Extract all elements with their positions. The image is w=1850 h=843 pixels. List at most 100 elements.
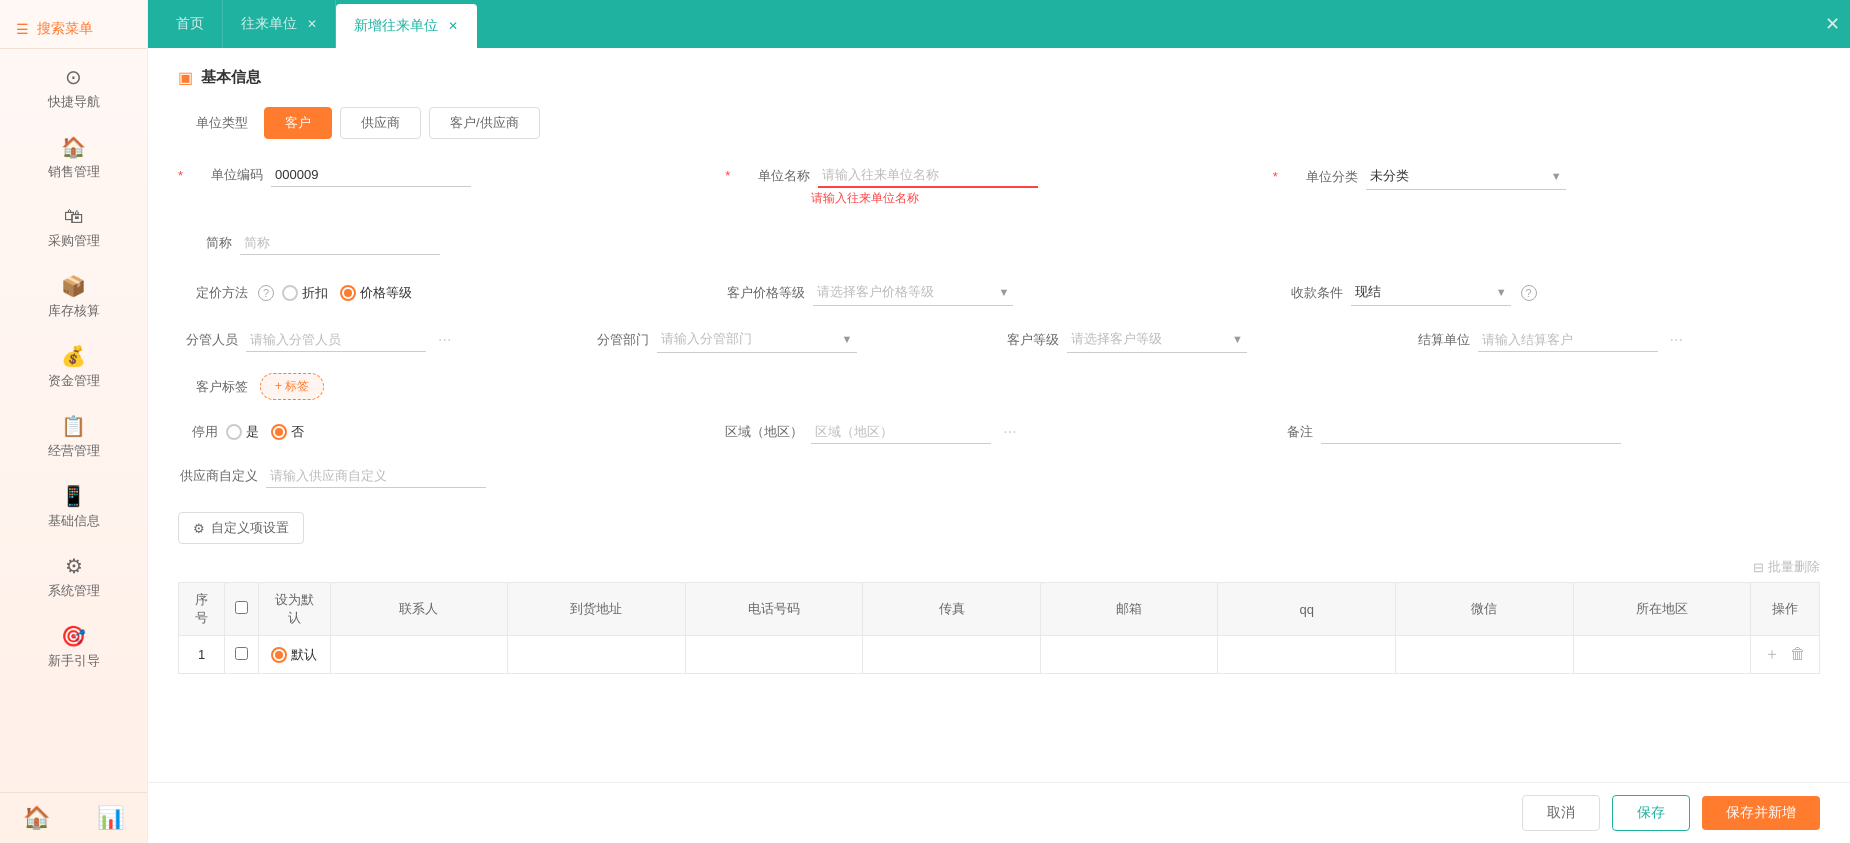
pricing-field: 定价方法 ? 折扣 价格等级: [178, 284, 725, 302]
add-tag-button[interactable]: + 标签: [260, 373, 324, 400]
row-fax-input[interactable]: [873, 647, 1030, 662]
col-region: 所在地区: [1573, 583, 1751, 636]
sidebar-item-purchase[interactable]: 🛍 采购管理: [0, 193, 147, 262]
col-phone: 电话号码: [685, 583, 863, 636]
pricing-radio-group: 折扣 价格等级: [282, 284, 412, 302]
sidebar-item-guide[interactable]: 🎯 新手引导: [0, 612, 147, 682]
pricing-discount[interactable]: 折扣: [282, 284, 328, 302]
unit-name-input[interactable]: [818, 163, 1038, 188]
billing-unit-more-btn[interactable]: ···: [1670, 331, 1683, 349]
row-wechat-input[interactable]: [1406, 647, 1563, 662]
region-more-btn[interactable]: ···: [1003, 423, 1016, 441]
sidebar-bottom: 🏠 📊: [0, 792, 147, 843]
unit-type-customer[interactable]: 客户: [264, 107, 332, 139]
unit-type-label: 单位类型: [178, 114, 248, 132]
pricing-discount-label: 折扣: [302, 284, 328, 302]
tab-new-partner[interactable]: 新增往来单位 ✕: [336, 4, 477, 48]
row-address[interactable]: [508, 636, 686, 674]
tab-new-partner-close[interactable]: ✕: [448, 19, 458, 33]
row-default-label: 默认: [291, 646, 317, 664]
disabled-no[interactable]: 否: [271, 423, 304, 441]
unit-code-input[interactable]: [271, 163, 471, 187]
unit-code-label: 单位编码: [193, 166, 263, 184]
sidebar-item-label: 新手引导: [48, 652, 100, 670]
tab-partner[interactable]: 往来单位 ✕: [223, 0, 336, 48]
supplier-custom-input[interactable]: [266, 464, 486, 488]
tab-partner-close[interactable]: ✕: [307, 17, 317, 31]
sidebar-item-label: 库存核算: [48, 302, 100, 320]
sidebar-item-operations[interactable]: 📋 经营管理: [0, 402, 147, 472]
row-wechat[interactable]: [1396, 636, 1574, 674]
home-bottom-icon[interactable]: 🏠: [23, 805, 50, 831]
row-default[interactable]: 默认: [259, 636, 331, 674]
add-row-icon[interactable]: ＋: [1764, 645, 1780, 662]
sidebar-item-sales[interactable]: 🏠 销售管理: [0, 123, 147, 193]
sidebar-search[interactable]: ☰ 搜索菜单: [0, 10, 147, 49]
disabled-no-label: 否: [291, 423, 304, 441]
note-field: 备注: [1273, 420, 1820, 444]
note-input[interactable]: [1321, 420, 1621, 444]
disabled-yes[interactable]: 是: [226, 423, 259, 441]
pricing-price-level[interactable]: 价格等级: [340, 284, 412, 302]
manager-field: 分管人员 ···: [178, 328, 589, 352]
save-new-button[interactable]: 保存并新增: [1702, 796, 1820, 830]
section-icon: ▣: [178, 68, 193, 87]
unit-type-supplier[interactable]: 供应商: [340, 107, 421, 139]
unit-type-both[interactable]: 客户/供应商: [429, 107, 540, 139]
custom-settings-button[interactable]: ⚙ 自定义项设置: [178, 512, 304, 544]
customer-price-select[interactable]: 请选择客户价格等级 ▼: [813, 279, 1013, 306]
row-email-input[interactable]: [1051, 647, 1208, 662]
row-phone[interactable]: [685, 636, 863, 674]
save-button[interactable]: 保存: [1612, 795, 1690, 831]
region-input[interactable]: [811, 420, 991, 444]
manager-more-btn[interactable]: ···: [438, 331, 451, 349]
row-check[interactable]: [225, 636, 259, 674]
payment-terms-help-icon[interactable]: ?: [1521, 285, 1537, 301]
sidebar-item-quick-nav[interactable]: ⊙ 快捷导航: [0, 53, 147, 123]
row-contact[interactable]: [330, 636, 508, 674]
close-window-icon[interactable]: ✕: [1825, 13, 1840, 35]
payment-terms-arrow: ▼: [1496, 286, 1507, 298]
delete-row-icon[interactable]: 🗑: [1790, 645, 1806, 662]
tab-home[interactable]: 首页: [158, 0, 223, 48]
row-qq[interactable]: [1218, 636, 1396, 674]
unit-type-field: 单位类型 客户 供应商 客户/供应商: [178, 107, 540, 139]
payment-terms-select[interactable]: 现结 ▼: [1351, 279, 1511, 306]
row-checkbox[interactable]: [235, 647, 248, 660]
tab-home-label: 首页: [176, 15, 204, 33]
unit-code-field: * 单位编码: [178, 163, 725, 187]
sidebar-item-inventory[interactable]: 📦 库存核算: [0, 262, 147, 332]
payment-terms-label: 收款条件: [1273, 284, 1343, 302]
row-region[interactable]: [1573, 636, 1751, 674]
sidebar-item-finance[interactable]: 💰 资金管理: [0, 332, 147, 402]
customer-level-label: 客户等级: [999, 331, 1059, 349]
dept-select[interactable]: 请输入分管部门 ▼: [657, 326, 857, 353]
row-address-input[interactable]: [518, 647, 675, 662]
billing-unit-input[interactable]: [1478, 328, 1658, 352]
row-contact-input[interactable]: [341, 647, 498, 662]
cancel-button[interactable]: 取消: [1522, 795, 1600, 831]
sidebar-item-basic[interactable]: 📱 基础信息: [0, 472, 147, 542]
row-phone-input[interactable]: [696, 647, 853, 662]
row-qq-input[interactable]: [1228, 647, 1385, 662]
unit-category-label: 单位分类: [1288, 168, 1358, 186]
row-actions: ＋ 🗑: [1751, 636, 1820, 674]
row-email[interactable]: [1040, 636, 1218, 674]
customer-level-select[interactable]: 请选择客户等级 ▼: [1067, 326, 1247, 353]
pricing-help-icon[interactable]: ?: [258, 285, 274, 301]
row-fax[interactable]: [863, 636, 1041, 674]
row-region-input[interactable]: [1584, 647, 1741, 662]
batch-delete-area[interactable]: ⊟ 批量删除: [178, 558, 1820, 576]
manager-input[interactable]: [246, 328, 426, 352]
select-all-checkbox[interactable]: [235, 601, 248, 614]
pricing-price-level-label: 价格等级: [360, 284, 412, 302]
unit-category-select[interactable]: 未分类 ▼: [1366, 163, 1566, 190]
batch-delete-icon: ⊟: [1753, 560, 1764, 575]
sidebar-item-system[interactable]: ⚙ 系统管理: [0, 542, 147, 612]
chart-bottom-icon[interactable]: 📊: [97, 805, 124, 831]
sidebar-item-label: 资金管理: [48, 372, 100, 390]
tab-new-partner-label: 新增往来单位: [354, 17, 438, 35]
short-name-input[interactable]: [240, 231, 440, 255]
tag-row: 客户标签 + 标签: [178, 373, 1820, 400]
row-default-radio[interactable]: 默认: [269, 646, 320, 664]
